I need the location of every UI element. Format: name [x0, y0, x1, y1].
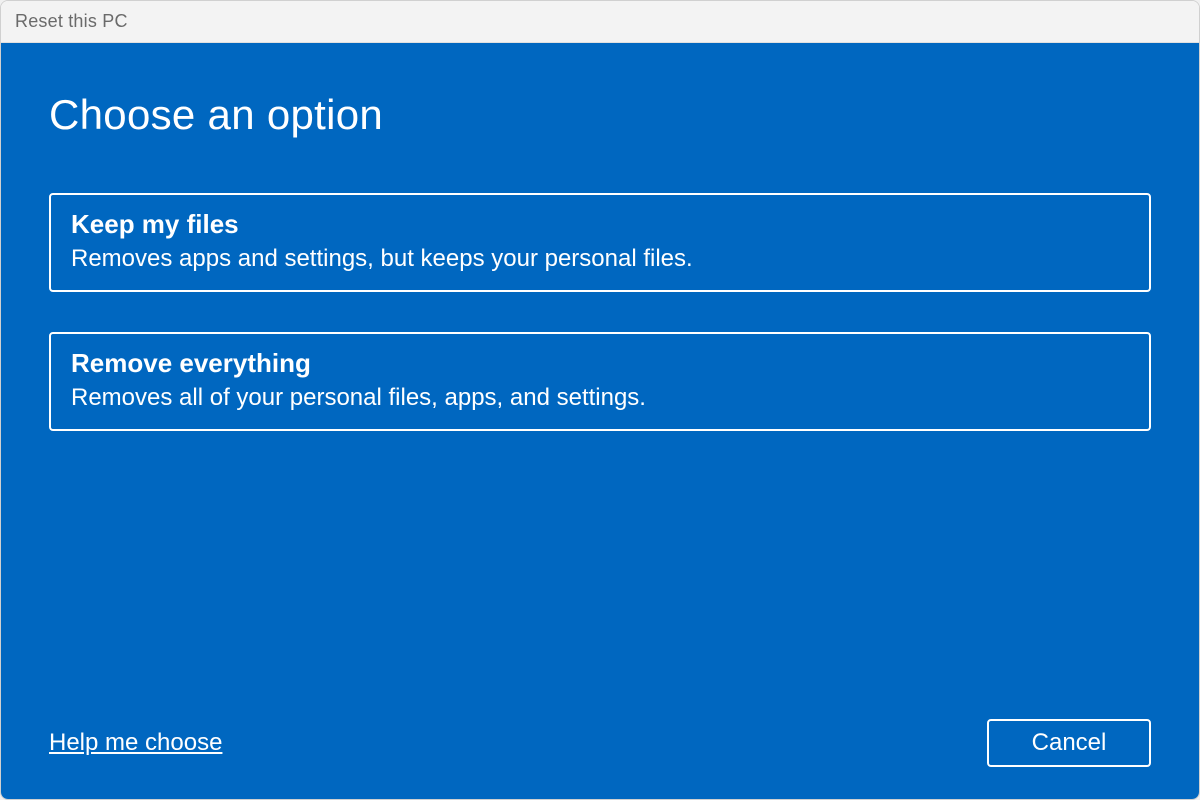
cancel-button[interactable]: Cancel [987, 719, 1151, 767]
reset-pc-dialog: Reset this PC Choose an option Keep my f… [0, 0, 1200, 800]
titlebar: Reset this PC [1, 1, 1199, 43]
page-heading: Choose an option [49, 91, 1151, 139]
dialog-content: Choose an option Keep my files Removes a… [1, 43, 1199, 799]
option-remove-everything[interactable]: Remove everything Removes all of your pe… [49, 332, 1151, 431]
window-title: Reset this PC [15, 11, 128, 32]
option-description: Removes apps and settings, but keeps you… [71, 243, 1129, 274]
option-title: Remove everything [71, 348, 1129, 379]
dialog-footer: Help me choose Cancel [49, 719, 1151, 773]
option-title: Keep my files [71, 209, 1129, 240]
option-description: Removes all of your personal files, apps… [71, 382, 1129, 413]
spacer [49, 471, 1151, 719]
option-keep-my-files[interactable]: Keep my files Removes apps and settings,… [49, 193, 1151, 292]
help-me-choose-link[interactable]: Help me choose [49, 729, 222, 757]
